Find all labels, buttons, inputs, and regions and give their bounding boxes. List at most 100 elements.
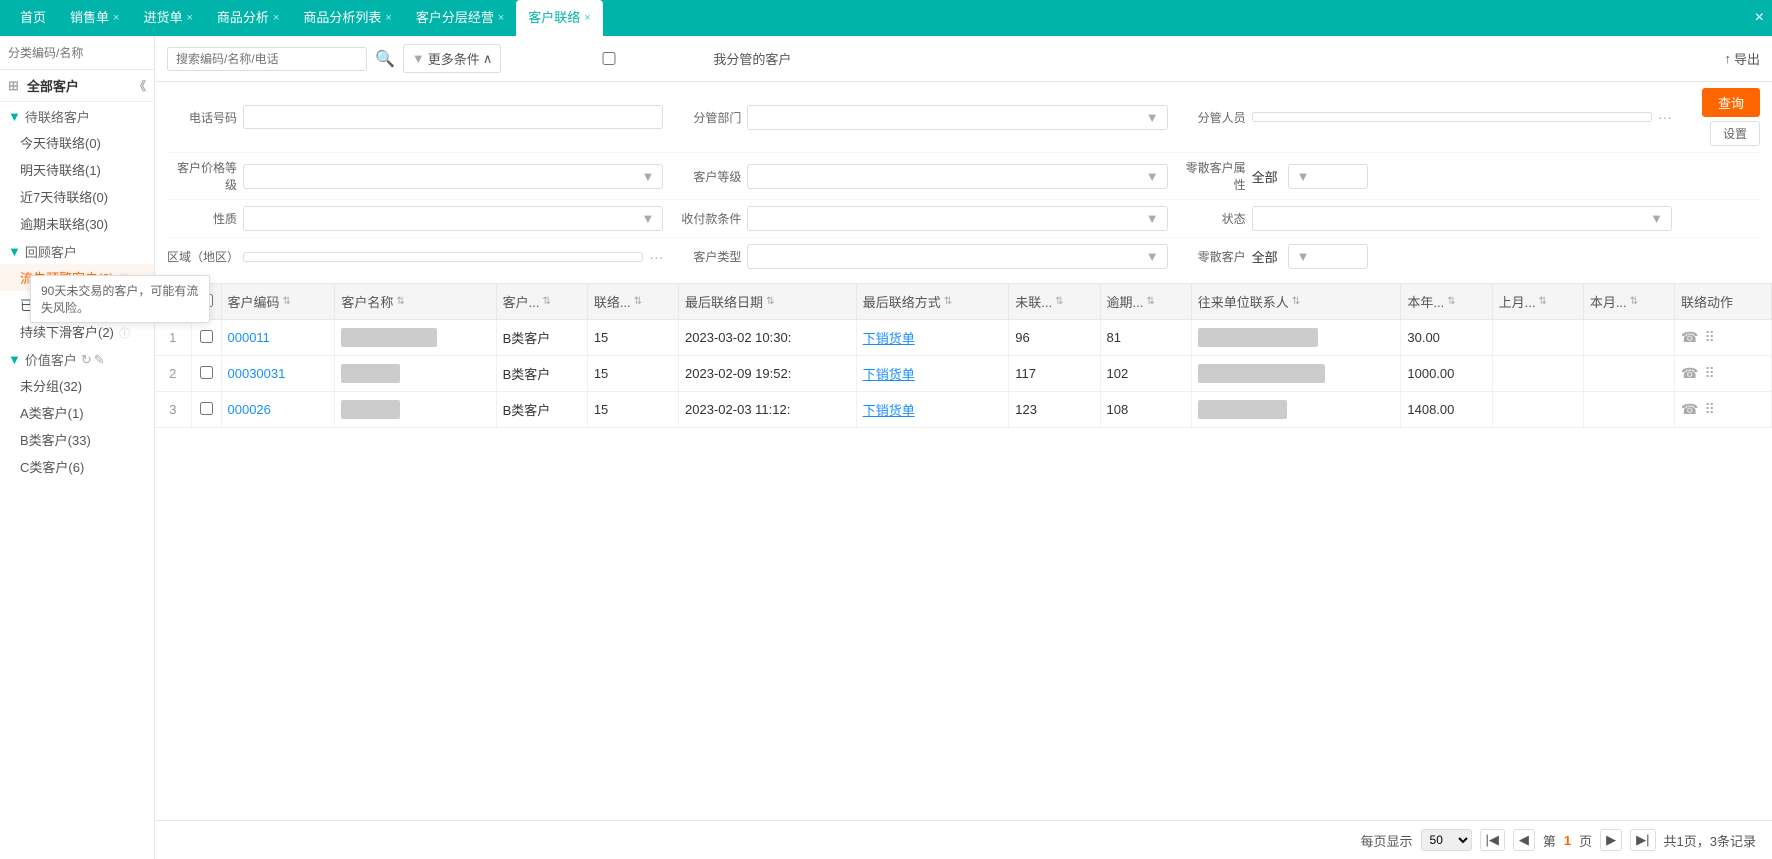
value-edit-icon[interactable]: ✎ — [94, 352, 105, 368]
customer-type-select[interactable]: ▼ — [747, 244, 1167, 269]
nav-tab-sales[interactable]: 销售单 × — [58, 0, 131, 36]
region-select[interactable] — [243, 252, 643, 262]
export-icon: ↑ — [1724, 51, 1731, 66]
cell-this-year-1: 1000.00 — [1401, 356, 1492, 392]
group-value[interactable]: ▼ 价值客户 ↻ ✎ — [0, 345, 154, 372]
customer-level-label: 客户等级 — [671, 168, 741, 185]
th-not-contact[interactable]: 未联... ⇅ — [1009, 284, 1100, 320]
th-overdue[interactable]: 逾期... ⇅ — [1100, 284, 1191, 320]
nav-tab-customer-contact[interactable]: 客户联络 × — [516, 0, 602, 36]
close-window-btn[interactable]: × — [1755, 9, 1764, 27]
th-unit-contact[interactable]: 往来单位联系人 ⇅ — [1191, 284, 1401, 320]
cell-last-method-1[interactable]: 下销货单 — [856, 356, 1009, 392]
cell-last-method-0[interactable]: 下销货单 — [856, 320, 1009, 356]
customer-level-select[interactable]: ▼ — [747, 164, 1167, 189]
group-pending[interactable]: ▼ 待联络客户 — [0, 102, 154, 129]
nav-tab-analysis-list[interactable]: 商品分析列表 × — [291, 0, 403, 36]
action-more-icon-2[interactable]: ⠿ — [1704, 401, 1714, 418]
filter-row-3: 性质 ▼ 收付款条件 ▼ 状态 — [167, 200, 1760, 238]
sidebar-item-week[interactable]: 近7天待联络(0) — [0, 183, 154, 210]
cell-code-2[interactable]: 000026 — [221, 392, 335, 428]
action-more-icon-1[interactable]: ⠿ — [1704, 365, 1714, 382]
payment-select[interactable]: ▼ — [747, 206, 1167, 231]
th-this-month[interactable]: 本月... ⇅ — [1583, 284, 1674, 320]
th-last-method[interactable]: 最后联络方式 ⇅ — [856, 284, 1009, 320]
cell-last-method-2[interactable]: 下销货单 — [856, 392, 1009, 428]
name-sort-icon: ⇅ — [396, 296, 404, 307]
cell-num-0: 1 — [155, 320, 191, 356]
cell-code-0[interactable]: 000011 — [221, 320, 335, 356]
action-more-icon-0[interactable]: ⠿ — [1704, 329, 1714, 346]
overdue-sort-icon: ⇅ — [1146, 296, 1154, 307]
category-search-input[interactable] — [8, 46, 155, 60]
all-customers-header[interactable]: ⊞ 全部客户 《 — [0, 70, 154, 102]
th-code[interactable]: 客户编码 ⇅ — [221, 284, 335, 320]
nav-tab-analysis[interactable]: 商品分析 × — [205, 0, 291, 36]
cell-code-1[interactable]: 00030031 — [221, 356, 335, 392]
close-customer-tier-tab[interactable]: × — [498, 0, 504, 36]
row-checkbox-1[interactable] — [200, 366, 213, 379]
prev-page-btn[interactable]: ◀ — [1513, 829, 1535, 851]
person-select[interactable] — [1252, 112, 1652, 122]
search-button[interactable]: 🔍 — [375, 49, 395, 69]
gender-select[interactable]: ▼ — [243, 206, 663, 231]
close-analysis-tab[interactable]: × — [273, 0, 279, 36]
cell-last-month-2 — [1492, 392, 1583, 428]
first-page-btn[interactable]: |◀ — [1480, 829, 1505, 851]
table-header-row: ⚙ 客户编码 ⇅ 客户名称 — [155, 284, 1772, 320]
th-last-month[interactable]: 上月... ⇅ — [1492, 284, 1583, 320]
dept-select[interactable]: ▼ — [747, 105, 1167, 130]
th-contact[interactable]: 联络... ⇅ — [587, 284, 678, 320]
sidebar-item-unclassified[interactable]: 未分组(32) — [0, 372, 154, 399]
row-checkbox-0[interactable] — [200, 330, 213, 343]
my-customers-checkbox[interactable] — [509, 52, 709, 65]
price-level-select[interactable]: ▼ — [243, 164, 663, 189]
action-contact-icon-2[interactable]: ☎ — [1681, 401, 1698, 418]
customer-type-arrow-icon: ▼ — [1146, 249, 1159, 264]
cell-last-month-0 — [1492, 320, 1583, 356]
more-filters-btn[interactable]: ▼ 更多条件 ∧ — [403, 44, 501, 73]
nav-tab-purchase[interactable]: 进货单 × — [131, 0, 204, 36]
close-customer-contact-tab[interactable]: × — [584, 0, 590, 36]
region-more-btn[interactable]: ··· — [649, 249, 663, 265]
nav-home[interactable]: 首页 — [8, 0, 58, 36]
status-select[interactable]: ▼ — [1252, 206, 1672, 231]
retail-attr-select[interactable]: ▼ — [1288, 164, 1368, 189]
group-review[interactable]: ▼ 回顾客户 — [0, 237, 154, 264]
action-contact-icon-1[interactable]: ☎ — [1681, 365, 1698, 382]
close-analysis-list-tab[interactable]: × — [385, 0, 391, 36]
cell-action-1: ☎ ⠿ — [1675, 356, 1772, 392]
th-level[interactable]: 客户... ⇅ — [496, 284, 587, 320]
sidebar-item-c-class[interactable]: C类客户(6) — [0, 453, 154, 480]
value-refresh-icon[interactable]: ↻ — [81, 352, 92, 368]
close-purchase-tab[interactable]: × — [186, 0, 192, 36]
filter-icon: ▼ — [412, 51, 425, 66]
retail-customer-select[interactable]: ▼ — [1288, 244, 1368, 269]
sidebar-item-tomorrow[interactable]: 明天待联络(1) — [0, 156, 154, 183]
settings-button[interactable]: 设置 — [1710, 121, 1760, 146]
person-more-btn[interactable]: ··· — [1658, 109, 1672, 125]
sidebar-item-b-class[interactable]: B类客户(33) — [0, 426, 154, 453]
nav-tab-customer-tier[interactable]: 客户分层经营 × — [404, 0, 516, 36]
retail-attr-label: 零散客户属性 — [1176, 159, 1246, 193]
collapse-sidebar-icon[interactable]: 《 — [134, 77, 146, 94]
my-customers-checkbox-label[interactable]: 我分管的客户 — [509, 49, 791, 68]
th-last-date[interactable]: 最后联络日期 ⇅ — [679, 284, 857, 320]
filter-cell-dept: 分管部门 ▼ — [671, 105, 1167, 130]
action-contact-icon-0[interactable]: ☎ — [1681, 329, 1698, 346]
row-checkbox-2[interactable] — [200, 402, 213, 415]
query-button[interactable]: 查询 — [1702, 88, 1760, 117]
sidebar-item-a-class[interactable]: A类客户(1) — [0, 399, 154, 426]
phone-input[interactable] — [243, 105, 663, 129]
export-btn[interactable]: ↑ 导出 — [1724, 49, 1760, 68]
last-page-btn[interactable]: ▶| — [1630, 829, 1655, 851]
search-input[interactable] — [167, 47, 367, 71]
th-this-year[interactable]: 本年... ⇅ — [1401, 284, 1492, 320]
close-sales-tab[interactable]: × — [113, 0, 119, 36]
sidebar-item-overdue[interactable]: 逾期未联络(30) — [0, 210, 154, 237]
next-page-btn[interactable]: ▶ — [1600, 829, 1622, 851]
sidebar-item-today[interactable]: 今天待联络(0) — [0, 129, 154, 156]
th-name[interactable]: 客户名称 ⇅ — [335, 284, 496, 320]
per-page-select[interactable]: 50 100 200 — [1421, 829, 1472, 851]
cell-this-month-2 — [1583, 392, 1674, 428]
